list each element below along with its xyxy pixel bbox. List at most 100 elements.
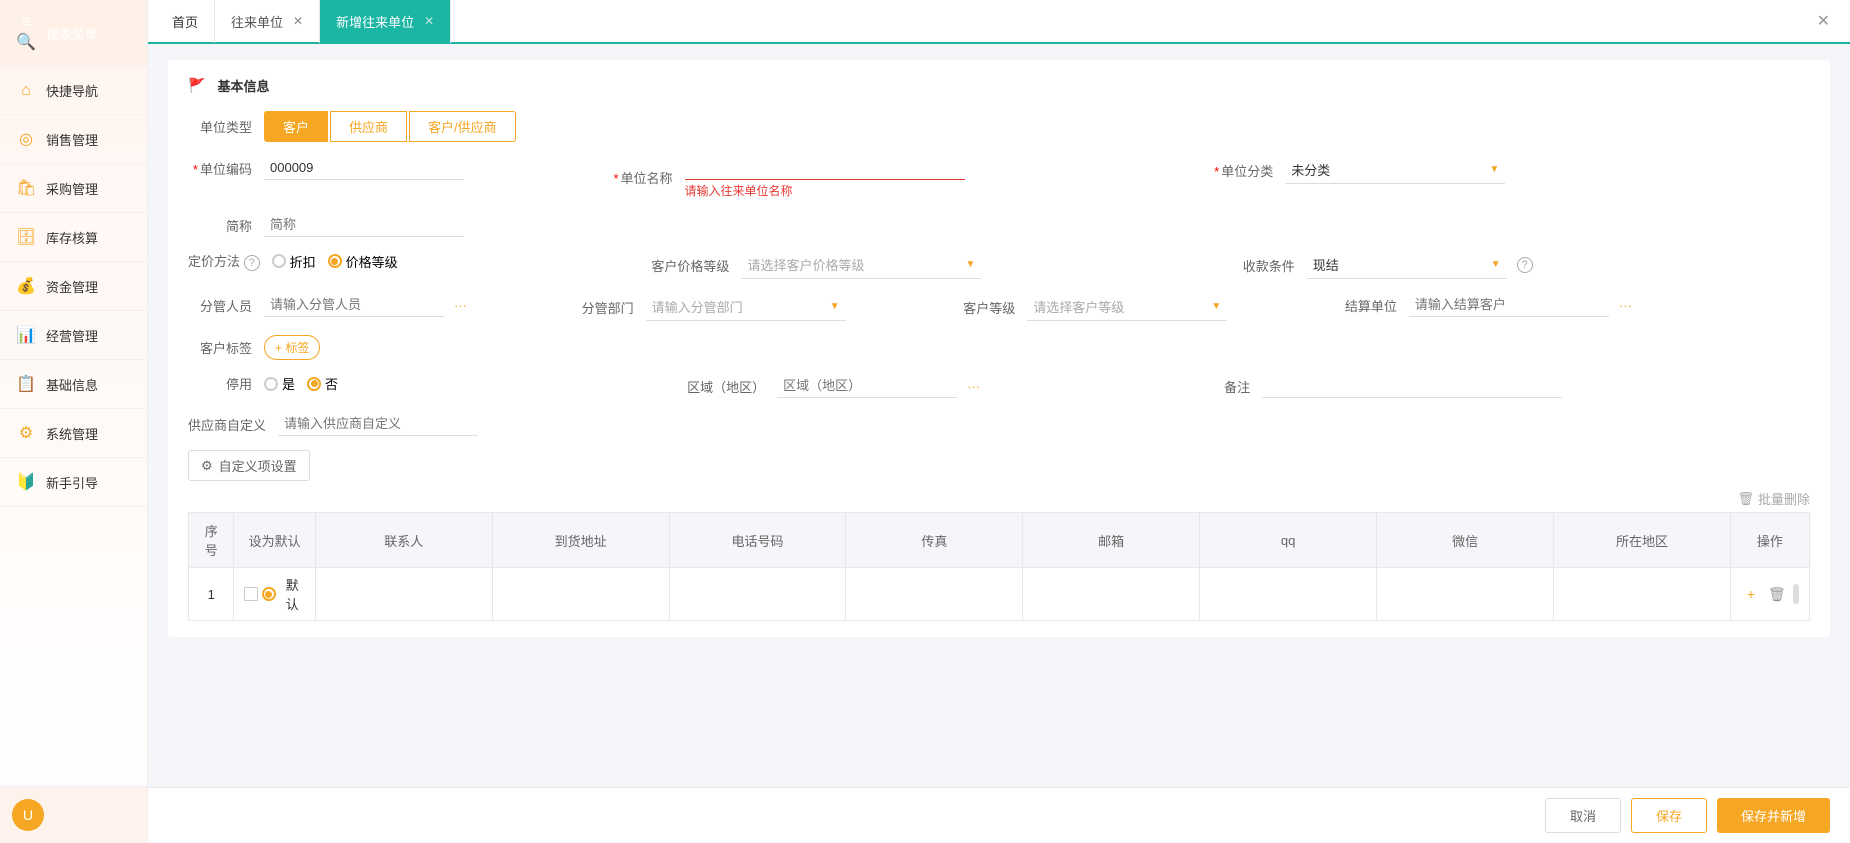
customer-level-select[interactable]: 请选择客户等级 ▼ [1027,293,1227,321]
supplier-custom-row: 供应商自定义 [188,412,1810,436]
home-icon: ⌂ [16,82,36,100]
customer-level-field: 客户等级 请选择客户等级 ▼ [951,293,1333,321]
col-region: 所在地区 [1554,513,1731,568]
tab-partner-new[interactable]: 新增往来单位 ✕ [320,0,451,43]
type-btn-supplier[interactable]: 供应商 [330,111,407,142]
sidebar-item-guide[interactable]: 🔰 新手引导 [0,458,147,507]
unit-category-select[interactable]: 未分类 ▼ [1285,156,1505,184]
pricing-radio-level-label: 价格等级 [346,252,398,271]
type-btn-customer[interactable]: 客户 [264,111,328,142]
tab-home[interactable]: 首页 [156,0,215,43]
save-button[interactable]: 保存 [1631,798,1707,833]
bulk-delete-button[interactable]: 🗑 批量删除 [1737,489,1810,508]
add-row-button[interactable]: + [1741,584,1761,604]
disabled-radio-no[interactable]: 否 [307,374,338,393]
address-input[interactable] [503,587,659,602]
inventory-icon: 🗄 [16,227,36,247]
sidebar-item-basic[interactable]: 📋 基础信息 [0,360,147,409]
unit-type-row: 单位类型 客户 供应商 客户/供应商 [188,111,1810,142]
sidebar: ≡🔍 搜索菜单 ⌂ 快捷导航 ◎ 销售管理 🛍 采购管理 🗄 库存核算 💰 资金… [0,0,148,843]
phone-input[interactable] [680,587,836,602]
sidebar-item-quick-nav[interactable]: ⌂ 快捷导航 [0,67,147,115]
cell-phone[interactable] [669,568,846,621]
basic-info-section: 🚩 基本信息 单位类型 客户 供应商 客户/供应商 *单位编码 [168,60,1830,637]
operations-icon: 📊 [16,325,36,345]
section-title-text: 基本信息 [217,76,269,95]
pricing-radio-discount[interactable]: 折扣 [272,252,316,271]
table-actions: 🗑 批量删除 [188,489,1810,508]
unit-name-error: 请输入往来单位名称 [685,182,1210,199]
delete-row-button[interactable]: 🗑 [1767,584,1787,604]
wechat-input[interactable] [1387,587,1543,602]
settlement-unit-input[interactable] [1409,293,1609,317]
cell-address[interactable] [492,568,669,621]
settlement-unit-more-button[interactable]: ··· [1615,298,1636,313]
contacts-table: 序号 设为默认 联系人 到货地址 电话号码 传真 邮箱 qq 微信 所在地区 操… [188,512,1810,621]
radio-icon-no [307,377,321,391]
region-more-button[interactable]: ··· [963,379,984,394]
payment-help-icon[interactable]: ? [1517,257,1533,273]
unit-name-input[interactable] [685,156,965,180]
type-btn-both[interactable]: 客户/供应商 [409,111,516,142]
sidebar-item-inventory[interactable]: 🗄 库存核算 [0,213,147,262]
pricing-radio-level[interactable]: 价格等级 [328,252,398,271]
cell-wechat[interactable] [1377,568,1554,621]
row-region-input[interactable] [1564,587,1720,602]
supervisor-input[interactable] [264,293,444,317]
disabled-radio-yes[interactable]: 是 [264,374,295,393]
email-input[interactable] [1033,587,1189,602]
cell-region[interactable] [1554,568,1731,621]
add-tag-button[interactable]: + 标签 [264,335,320,360]
custom-settings-button[interactable]: ⚙ 自定义项设置 [188,450,310,481]
settlement-unit-field: 结算单位 ··· [1333,293,1810,317]
guide-icon: 🔰 [16,472,36,492]
unit-code-input[interactable] [264,156,464,180]
customer-price-level-field: 客户价格等级 请选择客户价格等级 ▼ [651,251,1230,279]
close-all-button[interactable]: ✕ [1805,11,1842,31]
unit-code-label: *单位编码 [188,159,258,178]
cell-qq[interactable] [1200,568,1377,621]
fax-input[interactable] [856,587,1012,602]
cancel-button[interactable]: 取消 [1545,798,1621,833]
sidebar-item-system[interactable]: ⚙ 系统管理 [0,409,147,458]
tab-partner-list[interactable]: 往来单位 ✕ [215,0,320,43]
row-checkbox[interactable] [244,587,258,601]
drag-handle[interactable] [1793,584,1799,604]
radio-default-icon [262,587,276,601]
sidebar-item-sales[interactable]: ◎ 销售管理 [0,115,147,164]
col-contact: 联系人 [315,513,492,568]
pricing-row: 定价方法 ? 折扣 价格等级 客户 [188,251,1810,279]
sidebar-item-label: 销售管理 [46,130,98,149]
pricing-help-icon[interactable]: ? [244,255,260,271]
supervisor-more-button[interactable]: ··· [450,298,471,313]
save-new-button[interactable]: 保存并新增 [1717,798,1830,833]
short-name-input[interactable] [264,213,464,237]
col-qq: qq [1200,513,1377,568]
supplier-custom-input[interactable] [278,412,478,436]
contact-input[interactable] [326,587,482,602]
cell-email[interactable] [1023,568,1200,621]
sidebar-item-purchase[interactable]: 🛍 采购管理 [0,164,147,213]
sidebar-item-label: 搜索菜单 [46,24,98,43]
tab-partner-new-close[interactable]: ✕ [424,14,434,28]
payment-terms-label: 收款条件 [1231,256,1301,275]
sidebar-item-finance[interactable]: 💰 资金管理 [0,262,147,311]
unit-type-field: 单位类型 客户 供应商 客户/供应商 [188,111,1810,142]
settlement-unit-label: 结算单位 [1333,296,1403,315]
department-placeholder: 请输入分管部门 [652,297,826,316]
default-radio[interactable]: 默认 [262,575,305,613]
cell-fax[interactable] [846,568,1023,621]
department-select[interactable]: 请输入分管部门 ▼ [646,293,846,321]
col-wechat: 微信 [1377,513,1554,568]
sidebar-item-label: 经营管理 [46,326,98,345]
qq-input[interactable] [1210,587,1366,602]
remarks-input[interactable] [1262,374,1562,398]
cell-contact[interactable] [315,568,492,621]
unit-category-field: *单位分类 未分类 ▼ [1209,156,1810,184]
sidebar-item-search[interactable]: ≡🔍 搜索菜单 [0,0,147,67]
customer-price-level-select[interactable]: 请选择客户价格等级 ▼ [741,251,981,279]
region-input[interactable] [777,374,957,398]
payment-terms-select[interactable]: 现结 ▼ [1307,251,1507,279]
sidebar-item-operations[interactable]: 📊 经营管理 [0,311,147,360]
tab-partner-list-close[interactable]: ✕ [293,14,303,28]
